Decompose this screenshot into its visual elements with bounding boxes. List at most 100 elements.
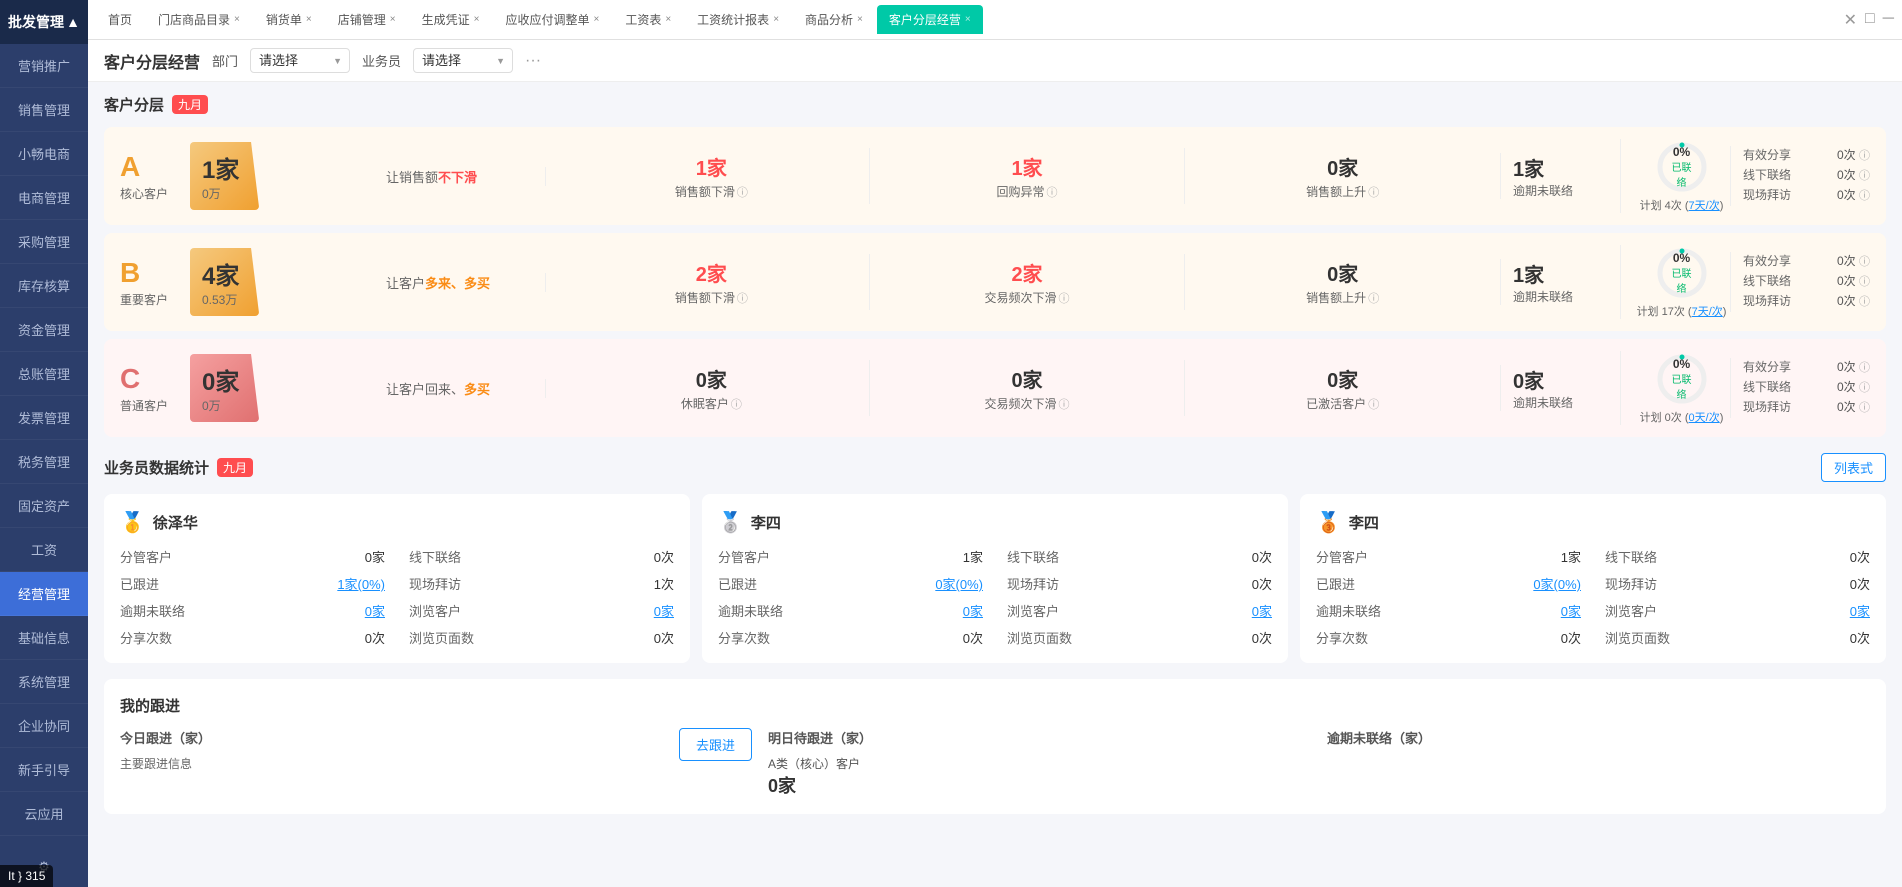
dept-select-wrapper[interactable]: 请选择	[250, 48, 350, 73]
staff-stat-val-2-5[interactable]: 0家	[1850, 601, 1870, 620]
tab-门店商品目录[interactable]: 门店商品目录×	[146, 5, 252, 34]
staff-stat-val-1-3: 0次	[1252, 574, 1272, 593]
sidebar-item-工资[interactable]: 工资	[0, 528, 88, 572]
info-icon-r[interactable]: ⓘ	[1859, 296, 1870, 308]
tier-suggestion-B: 让客户多来、多买	[386, 273, 546, 292]
info-icon-r[interactable]: ⓘ	[1859, 190, 1870, 202]
staff-stat-1-7: 浏览页面数 0次	[1007, 628, 1272, 647]
info-icon-r[interactable]: ⓘ	[1859, 382, 1870, 394]
tier-contact-A: 1家 逾期未联络	[1500, 153, 1620, 199]
right-stat-A-0: 有效分享 0次 ⓘ	[1743, 146, 1870, 163]
tab-工资统计报表[interactable]: 工资统计报表×	[685, 5, 791, 34]
staff-select-wrapper[interactable]: 请选择	[413, 48, 513, 73]
tab-close-店铺管理[interactable]: ×	[390, 14, 396, 25]
tab-close-商品分析[interactable]: ×	[857, 14, 863, 25]
staff-stat-val-0-4[interactable]: 0家	[365, 601, 385, 620]
tier-stats-A: 1家 销售额下滑 ⓘ 1家 回购异常 ⓘ 0家 销售额上升 ⓘ	[554, 148, 1500, 204]
staff-stat-val-1-2[interactable]: 0家(0%)	[935, 574, 983, 593]
tab-close-门店商品目录[interactable]: ×	[234, 14, 240, 25]
goto-followup-button[interactable]: 去跟进	[679, 728, 752, 761]
info-icon[interactable]: ⓘ	[1059, 396, 1070, 412]
tab-close-应收应付调整单[interactable]: ×	[593, 14, 599, 25]
staff-stats-2: 分管客户 1家 线下联络 0次 已跟进 0家(0%) 现场拜访 0次 逾期未联络…	[1316, 547, 1870, 647]
sidebar-item-新手引导[interactable]: 新手引导	[0, 748, 88, 792]
sidebar-item-云应用[interactable]: 云应用	[0, 792, 88, 836]
sidebar-item-发票管理[interactable]: 发票管理	[0, 396, 88, 440]
sidebar-item-固定资产[interactable]: 固定资产	[0, 484, 88, 528]
dept-select[interactable]: 请选择	[250, 48, 350, 73]
sidebar-item-销售管理[interactable]: 销售管理	[0, 88, 88, 132]
info-icon[interactable]: ⓘ	[1047, 184, 1058, 200]
tab-close-生成凭证[interactable]: ×	[474, 14, 480, 25]
staff-stat-val-0-2[interactable]: 1家(0%)	[337, 574, 385, 593]
info-icon-r[interactable]: ⓘ	[1859, 256, 1870, 268]
plan-link-C[interactable]: 0天/次	[1689, 412, 1720, 424]
info-icon[interactable]: ⓘ	[737, 184, 748, 200]
info-icon[interactable]: ⓘ	[731, 396, 742, 412]
tab-商品分析[interactable]: 商品分析×	[793, 5, 875, 34]
tab-客户分层经营[interactable]: 客户分层经营×	[877, 5, 983, 34]
tab-more-icon[interactable]: ✕	[1844, 10, 1857, 30]
info-icon-r[interactable]: ⓘ	[1859, 402, 1870, 414]
tab-生成凭证[interactable]: 生成凭证×	[410, 5, 492, 34]
sidebar-item-系统管理[interactable]: 系统管理	[0, 660, 88, 704]
tab-销货单[interactable]: 销货单×	[254, 5, 324, 34]
sidebar-item-资金管理[interactable]: 资金管理	[0, 308, 88, 352]
goto-followup-wrapper: 去跟进	[679, 728, 752, 761]
staff-stat-val-1-1: 0次	[1252, 547, 1272, 566]
tab-应收应付调整单[interactable]: 应收应付调整单×	[493, 5, 611, 34]
staff-stat-val-2-2[interactable]: 0家(0%)	[1533, 574, 1581, 593]
sidebar-top[interactable]: 批发管理 ▲	[0, 0, 88, 44]
toolbar: 客户分层经营 部门 请选择 业务员 请选择 ···	[88, 40, 1902, 82]
tab-close-icon[interactable]: ─	[1883, 10, 1894, 30]
sidebar-item-经营管理[interactable]: 经营管理	[0, 572, 88, 616]
sidebar-item-小畅电商[interactable]: 小畅电商	[0, 132, 88, 176]
tier-label-C: C 普通客户	[120, 363, 190, 414]
info-icon-r[interactable]: ⓘ	[1859, 362, 1870, 374]
plan-link-A[interactable]: 7天/次	[1689, 200, 1720, 212]
tab-close-客户分层经营[interactable]: ×	[965, 14, 971, 25]
staff-card-2: 🥉 李四 分管客户 1家 线下联络 0次 已跟进 0家(0%) 现场拜访 0次 …	[1300, 494, 1886, 663]
tier-right-stats-C: 有效分享 0次 ⓘ 线下联络 0次 ⓘ 现场拜访 0次 ⓘ	[1730, 358, 1870, 418]
staff-select[interactable]: 请选择	[413, 48, 513, 73]
tab-close-工资表[interactable]: ×	[665, 14, 671, 25]
sidebar-item-库存核算[interactable]: 库存核算	[0, 264, 88, 308]
sidebar-item-营销推广[interactable]: 营销推广	[0, 44, 88, 88]
tab-close-工资统计报表[interactable]: ×	[773, 14, 779, 25]
info-icon-r[interactable]: ⓘ	[1859, 170, 1870, 182]
staff-rank-icon-2: 🥉	[1316, 510, 1341, 535]
sidebar-item-总账管理[interactable]: 总账管理	[0, 352, 88, 396]
info-icon[interactable]: ⓘ	[1368, 290, 1379, 306]
info-icon-r[interactable]: ⓘ	[1859, 150, 1870, 162]
info-icon-r[interactable]: ⓘ	[1859, 276, 1870, 288]
staff-stat-val-1-4[interactable]: 0家	[963, 601, 983, 620]
tier-suggestion-A: 让销售额不下滑	[386, 167, 546, 186]
info-icon[interactable]: ⓘ	[1059, 290, 1070, 306]
sidebar-item-基础信息[interactable]: 基础信息	[0, 616, 88, 660]
sidebar-collapse-icon[interactable]: ▲	[66, 14, 80, 30]
staff-grid: 🥇 徐泽华 分管客户 0家 线下联络 0次 已跟进 1家(0%) 现场拜访 1次…	[104, 494, 1886, 663]
tab-bar: 首页门店商品目录×销货单×店铺管理×生成凭证×应收应付调整单×工资表×工资统计报…	[88, 0, 1902, 40]
staff-card-1: 🥈 李四 分管客户 1家 线下联络 0次 已跟进 0家(0%) 现场拜访 0次 …	[702, 494, 1288, 663]
sidebar-item-采购管理[interactable]: 采购管理	[0, 220, 88, 264]
staff-stat-val-0-5[interactable]: 0家	[654, 601, 674, 620]
staff-stat-1-5: 浏览客户 0家	[1007, 601, 1272, 620]
staff-stat-val-2-4[interactable]: 0家	[1561, 601, 1581, 620]
staff-stat-val-1-5[interactable]: 0家	[1252, 601, 1272, 620]
sidebar-item-企业协同[interactable]: 企业协同	[0, 704, 88, 748]
info-icon[interactable]: ⓘ	[737, 290, 748, 306]
more-options-icon[interactable]: ···	[525, 52, 541, 70]
followup-grid: 今日跟进（家） 主要跟进信息 去跟进 明日待跟进（家） A类（核心）客户 0家 …	[120, 728, 1870, 798]
tier-stat-C-1: 0家 交易频次下滑 ⓘ	[870, 360, 1186, 416]
tab-工资表[interactable]: 工资表×	[613, 5, 683, 34]
info-icon[interactable]: ⓘ	[1368, 184, 1379, 200]
tab-店铺管理[interactable]: 店铺管理×	[326, 5, 408, 34]
list-view-button[interactable]: 列表式	[1821, 453, 1886, 482]
tab-close-销货单[interactable]: ×	[306, 14, 312, 25]
sidebar-item-税务管理[interactable]: 税务管理	[0, 440, 88, 484]
plan-link-B[interactable]: 7天/次	[1692, 306, 1723, 318]
sidebar-item-电商管理[interactable]: 电商管理	[0, 176, 88, 220]
tab-expand-icon[interactable]: □	[1865, 10, 1875, 30]
info-icon[interactable]: ⓘ	[1368, 396, 1379, 412]
tab-首页[interactable]: 首页	[96, 5, 144, 34]
